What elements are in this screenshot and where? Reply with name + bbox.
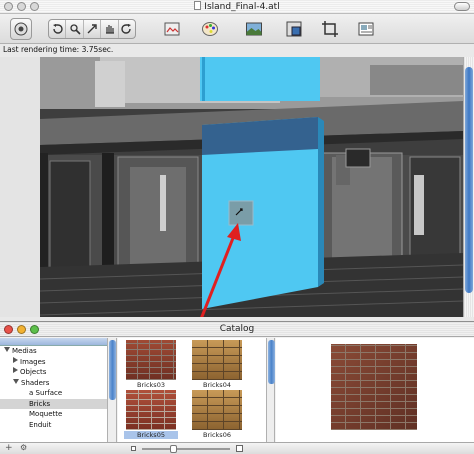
catalog-tree: Medias Images Objects Shaders a Surface Brick…: [0, 338, 108, 442]
disclosure-expanded-icon[interactable]: [4, 347, 10, 352]
shader-preview: [331, 344, 417, 430]
redo-button[interactable]: [119, 20, 135, 38]
document-icon: [194, 1, 202, 10]
render-mode-icon: [14, 22, 28, 36]
shader-grid: Bricks03 Bricks04 Bricks05 Bricks06: [118, 338, 266, 442]
shader-label: Bricks05: [124, 431, 178, 439]
render-viewport[interactable]: [40, 57, 463, 317]
shader-catalog-button[interactable]: [162, 18, 182, 40]
batch-render-icon: [358, 22, 374, 36]
render-area-icon: [286, 21, 302, 37]
render-mode-button[interactable]: [10, 18, 32, 40]
undo-icon: [53, 24, 63, 34]
shader-thumbnail[interactable]: [126, 340, 176, 380]
crop-frame-icon: [322, 21, 338, 37]
tree-item[interactable]: Moquette: [0, 409, 107, 420]
tree-item-label: Bricks: [29, 399, 51, 408]
add-item-button[interactable]: +: [5, 442, 13, 454]
tree-item-label: Moquette: [29, 410, 63, 418]
render-area-button[interactable]: [284, 18, 304, 40]
application-window: Island_Final-4.atl Last rendering time: …: [0, 0, 474, 454]
redo-icon: [121, 24, 131, 34]
shader-tile[interactable]: Bricks05: [124, 390, 178, 439]
catalog-window: Catalog Medias Images Objects Shaders a Surf…: [0, 321, 474, 454]
toolbar: [0, 14, 474, 44]
shader-thumbnail[interactable]: [192, 340, 242, 380]
pan-button[interactable]: [101, 20, 119, 38]
rendered-scene[interactable]: [40, 57, 463, 317]
title-bar: Island_Final-4.atl: [0, 0, 474, 14]
rotate-view-icon: [69, 24, 81, 35]
left-margin: [0, 57, 40, 317]
color-palette-button[interactable]: [200, 18, 220, 40]
crop-frame-button[interactable]: [320, 18, 340, 40]
small-size-icon: [131, 446, 136, 451]
tree-scrollbar-thumb[interactable]: [109, 340, 116, 400]
thumbnail-size-slider-knob[interactable]: [170, 445, 177, 453]
grid-scrollbar[interactable]: [266, 338, 275, 442]
tree-item[interactable]: a Surface: [0, 388, 107, 399]
shader-tile[interactable]: Bricks03: [124, 340, 178, 389]
tree-item-label: Enduit: [29, 420, 52, 429]
tree-item[interactable]: Bricks: [0, 398, 107, 409]
catalog-title-bar: Catalog: [0, 322, 474, 337]
tree-item[interactable]: Enduit: [0, 420, 107, 431]
shader-label: Bricks03: [137, 381, 165, 389]
move-object-button[interactable]: [84, 20, 102, 38]
render-preview-button[interactable]: [244, 18, 264, 40]
tree-item-label: Shaders: [21, 378, 50, 387]
large-size-icon: [236, 445, 243, 452]
tree-scrollbar[interactable]: [108, 338, 117, 442]
thumbnail-size-slider[interactable]: [142, 448, 230, 450]
shader-thumbnail[interactable]: [126, 390, 176, 430]
undo-button[interactable]: [49, 20, 67, 38]
tree-item[interactable]: Objects: [0, 367, 107, 378]
catalog-title: Catalog: [219, 324, 255, 334]
shader-preview-area: [276, 338, 474, 442]
shader-thumbnail[interactable]: [192, 390, 242, 430]
tree-item-label: Medias: [12, 347, 37, 355]
shader-tile[interactable]: Bricks06: [190, 390, 244, 439]
grid-scrollbar-thumb[interactable]: [268, 340, 275, 384]
tree-item-label: a Surface: [29, 389, 63, 397]
tree-item[interactable]: Shaders: [0, 378, 107, 389]
window-title-wrap: Island_Final-4.atl: [0, 1, 474, 12]
edit-tools-group: [48, 19, 136, 39]
move-object-icon: [87, 24, 97, 34]
catalog-bottom-bar: + ⚙: [0, 442, 474, 454]
toolbar-toggle-button[interactable]: [454, 2, 470, 11]
scrollbar-thumb[interactable]: [465, 67, 473, 293]
disclosure-collapsed-icon[interactable]: [13, 367, 18, 373]
tree-header: [0, 338, 107, 346]
catalog-action-menu[interactable]: ⚙: [20, 442, 27, 454]
tree-item[interactable]: Images: [0, 356, 107, 368]
rendering-time-status: Last rendering time: 3.75sec.: [3, 45, 114, 54]
disclosure-expanded-icon[interactable]: [13, 378, 19, 384]
shader-label: Bricks04: [203, 381, 231, 389]
hand-icon: [106, 25, 115, 34]
tree-item-label: Images: [20, 357, 46, 366]
batch-render-button[interactable]: [356, 18, 376, 40]
shader-tile[interactable]: Bricks04: [190, 340, 244, 389]
window-title: Island_Final-4.atl: [204, 2, 280, 12]
rotate-view-button[interactable]: [66, 20, 84, 38]
render-preview-icon: [246, 22, 262, 36]
disclosure-collapsed-icon[interactable]: [13, 356, 18, 363]
tree-item-label: Objects: [20, 368, 47, 376]
color-palette-icon: [202, 22, 218, 36]
shader-label: Bricks06: [203, 431, 231, 439]
viewport-vertical-scrollbar[interactable]: [463, 57, 474, 317]
shader-catalog-icon: [164, 22, 180, 36]
tree-item[interactable]: Medias: [0, 346, 107, 357]
